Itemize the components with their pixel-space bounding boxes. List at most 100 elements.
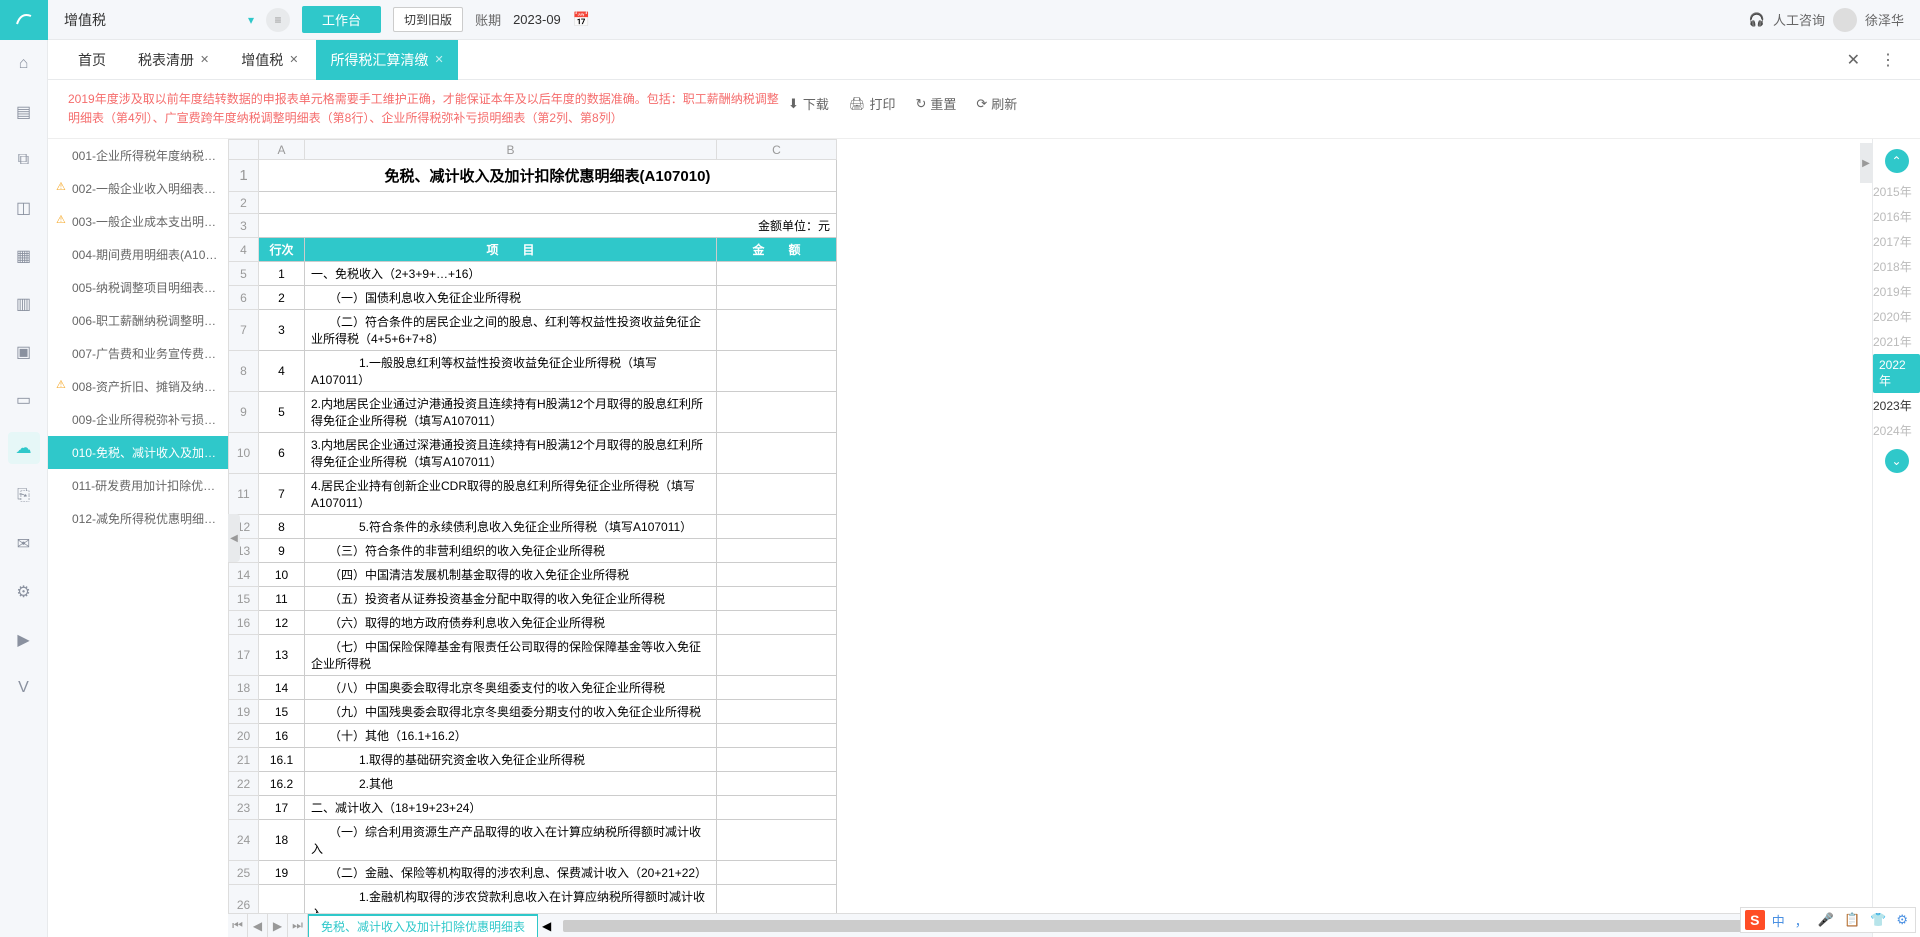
cell[interactable]: 1.一般股息红利等权益性投资收益免征企业所得税（填写A107011） <box>305 351 717 392</box>
user-name[interactable]: 徐泽华 <box>1865 10 1904 29</box>
nav-wallet-icon[interactable]: ◫ <box>8 192 40 224</box>
cell[interactable]: 1.金融机构取得的涉农贷款利息收入在计算应纳税所得额时减计收入 <box>305 885 717 913</box>
cell[interactable] <box>717 587 837 611</box>
year-item[interactable]: 2018年 <box>1873 254 1920 279</box>
cell[interactable]: 1 <box>259 262 305 286</box>
cell[interactable] <box>717 611 837 635</box>
cell[interactable] <box>717 724 837 748</box>
nav-video-icon[interactable]: ▶ <box>8 624 40 656</box>
nav-mail-icon[interactable]: ✉ <box>8 528 40 560</box>
tab-home[interactable]: 首页 <box>64 40 120 80</box>
nav-chart-icon[interactable]: ⧉ <box>8 144 40 176</box>
cell[interactable]: 2.其他 <box>305 772 717 796</box>
cell[interactable]: （二）符合条件的居民企业之间的股息、红利等权益性投资收益免征企业所得税（4+5+… <box>305 310 717 351</box>
tab-vat[interactable]: 增值税✕ <box>227 40 312 80</box>
side-item[interactable]: 005-纳税调整项目明细表(A... <box>48 271 228 304</box>
cell[interactable]: 5.符合条件的永续债利息收入免征企业所得税（填写A107011） <box>305 515 717 539</box>
cell[interactable]: （九）中国残奥委会取得北京冬奥组委分期支付的收入免征企业所得税 <box>305 700 717 724</box>
cell[interactable]: 11 <box>259 587 305 611</box>
cell[interactable]: 4 <box>259 351 305 392</box>
chevron-down-icon[interactable]: ▾ <box>248 13 254 27</box>
sheet-tab[interactable]: 免税、减计收入及加计扣除优惠明细表 <box>308 914 538 937</box>
year-item[interactable]: 2015年 <box>1873 179 1920 204</box>
cell[interactable]: （六）取得的地方政府债券利息收入免征企业所得税 <box>305 611 717 635</box>
nav-report-icon[interactable]: ▦ <box>8 240 40 272</box>
collapse-sidebar-handle[interactable]: ◀ <box>228 514 240 562</box>
cell[interactable] <box>717 676 837 700</box>
cell[interactable]: 14 <box>259 676 305 700</box>
cell[interactable]: 4.居民企业持有创新企业CDR取得的股息红利所得免征企业所得税（填写A10701… <box>305 474 717 515</box>
nav-v-icon[interactable]: V <box>8 672 40 704</box>
cell[interactable]: 8 <box>259 515 305 539</box>
close-icon[interactable]: ✕ <box>200 53 209 66</box>
cell[interactable]: （二）金融、保险等机构取得的涉农利息、保费减计收入（20+21+22） <box>305 861 717 885</box>
ime-item[interactable]: 👕 <box>1867 912 1889 928</box>
side-item[interactable]: 009-企业所得税弥补亏损明... <box>48 403 228 436</box>
year-item[interactable]: 2022年 <box>1873 354 1920 393</box>
list-circle-icon[interactable]: ≡ <box>266 8 290 32</box>
cell[interactable]: （一）国债利息收入免征企业所得税 <box>305 286 717 310</box>
cell[interactable]: 15 <box>259 700 305 724</box>
cell[interactable]: 19 <box>259 861 305 885</box>
side-item[interactable]: 001-企业所得税年度纳税申... <box>48 139 228 172</box>
cell[interactable]: 2 <box>259 286 305 310</box>
cell[interactable]: （四）中国清洁发展机制基金取得的收入免征企业所得税 <box>305 563 717 587</box>
side-item[interactable]: 007-广告费和业务宣传费跨... <box>48 337 228 370</box>
cell[interactable] <box>717 539 837 563</box>
cell[interactable] <box>717 796 837 820</box>
cell[interactable]: 16 <box>259 724 305 748</box>
reset-button[interactable]: ↻ 重置 <box>915 94 956 113</box>
app-logo[interactable] <box>0 0 48 40</box>
cell[interactable]: （五）投资者从证券投资基金分配中取得的收入免征企业所得税 <box>305 587 717 611</box>
year-item[interactable]: 2017年 <box>1873 229 1920 254</box>
horizontal-scrollbar[interactable] <box>563 920 1847 932</box>
cell[interactable]: （三）符合条件的非营利组织的收入免征企业所得税 <box>305 539 717 563</box>
cell[interactable] <box>717 820 837 861</box>
tab-tax-list[interactable]: 税表清册✕ <box>124 40 223 80</box>
cell[interactable]: 13 <box>259 635 305 676</box>
side-item[interactable]: ⚠008-资产折旧、摊销及纳税... <box>48 370 228 403</box>
year-item[interactable]: 2016年 <box>1873 204 1920 229</box>
year-item[interactable]: 2024年 <box>1873 418 1920 443</box>
nav-screen-icon[interactable]: ▣ <box>8 336 40 368</box>
close-all-tabs[interactable]: ✕ <box>1839 50 1868 70</box>
cell[interactable]: 3 <box>259 310 305 351</box>
year-item[interactable]: 2021年 <box>1873 329 1920 354</box>
cell[interactable]: 3.内地居民企业通过深港通投资且连续持有H股满12个月取得的股息红利所得免征企业… <box>305 433 717 474</box>
nav-doc-icon[interactable]: ▤ <box>8 96 40 128</box>
cell[interactable]: 7 <box>259 474 305 515</box>
nav-home-icon[interactable]: ⌂ <box>8 48 40 80</box>
cell[interactable] <box>717 563 837 587</box>
cell[interactable] <box>717 885 837 913</box>
cell[interactable] <box>717 262 837 286</box>
cell[interactable] <box>717 351 837 392</box>
side-item[interactable]: 011-研发费用加计扣除优惠... <box>48 469 228 502</box>
year-scroll-up[interactable]: ⌃ <box>1885 149 1909 173</box>
cell[interactable]: （七）中国保险保障基金有限责任公司取得的保险保障基金等收入免征企业所得税 <box>305 635 717 676</box>
ime-logo-icon[interactable]: S <box>1745 910 1765 930</box>
tabs-more-icon[interactable]: ⋮ <box>1872 50 1904 70</box>
cell[interactable]: 16.2 <box>259 772 305 796</box>
cell[interactable] <box>717 433 837 474</box>
nav-box-icon[interactable]: ▭ <box>8 384 40 416</box>
print-button[interactable]: 🖨 打印 <box>849 94 896 113</box>
cell[interactable] <box>717 772 837 796</box>
cell[interactable] <box>717 392 837 433</box>
refresh-button[interactable]: ⟳ 刷新 <box>976 94 1017 113</box>
ime-item[interactable]: 📋 <box>1841 912 1863 928</box>
cell[interactable]: 9 <box>259 539 305 563</box>
side-item[interactable]: ⚠002-一般企业收入明细表(A... <box>48 172 228 205</box>
cell[interactable]: 5 <box>259 392 305 433</box>
cell[interactable]: 1.取得的基础研究资金收入免征企业所得税 <box>305 748 717 772</box>
side-item[interactable]: 006-职工薪酬纳税调整明细... <box>48 304 228 337</box>
ime-toolbar[interactable]: S 中 ， 🎤 📋 👕 ⚙ <box>1740 907 1916 933</box>
nav-tax-icon[interactable]: ☁ <box>8 432 40 464</box>
sheet-nav-prev[interactable]: ◀ <box>248 914 268 937</box>
side-item[interactable]: 004-期间费用明细表(A1040... <box>48 238 228 271</box>
close-icon[interactable]: ✕ <box>434 53 443 66</box>
workspace-button[interactable]: 工作台 <box>302 6 381 33</box>
cell[interactable] <box>717 700 837 724</box>
switch-old-button[interactable]: 切到旧版 <box>393 7 463 32</box>
nav-form-icon[interactable]: ▥ <box>8 288 40 320</box>
side-item[interactable]: 010-免税、减计收入及加计... <box>48 436 228 469</box>
